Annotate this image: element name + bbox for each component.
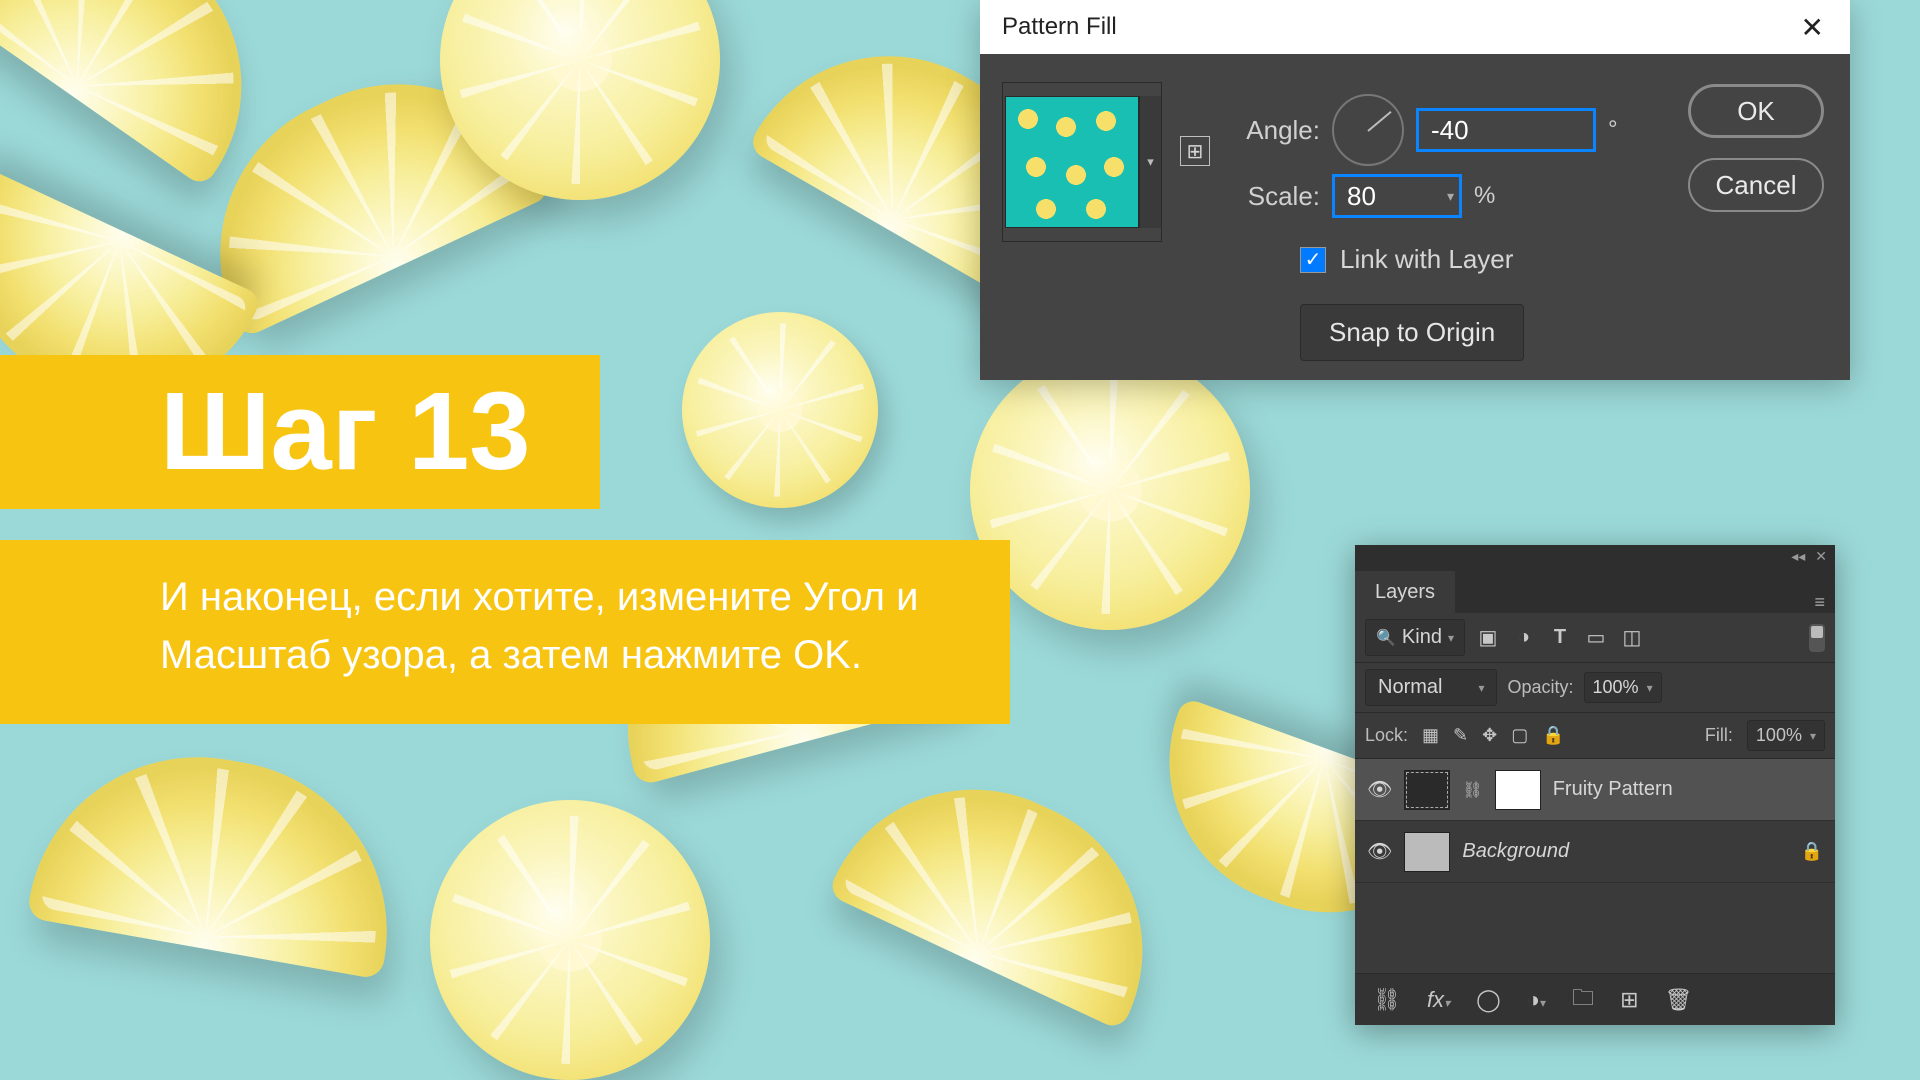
layers-panel: ◂◂ ✕ Layers ≡ 🔍 Kind ▾ ▣ ◑ T ▭ ◫ Normal … [1355, 545, 1835, 1025]
fill-value: 100% [1756, 725, 1802, 746]
filter-toggle[interactable] [1809, 624, 1825, 652]
filter-adjust-icon[interactable]: ◑ [1511, 625, 1537, 651]
chevron-down-icon[interactable]: ▾ [1139, 96, 1161, 228]
layer-fx-icon[interactable]: fx▾ [1427, 987, 1450, 1013]
create-pattern-button[interactable]: ⊞ [1180, 136, 1210, 166]
dialog-title: Pattern Fill [1002, 13, 1117, 41]
fill-label: Fill: [1705, 725, 1733, 746]
layers-footer: ⛓ fx▾ ◯ ◑▾ 🗀 ⊞ 🗑 [1355, 973, 1835, 1025]
close-icon[interactable]: ✕ [1791, 7, 1834, 48]
layers-tab[interactable]: Layers [1355, 571, 1455, 614]
close-icon[interactable]: ✕ [1815, 548, 1827, 565]
step-body: И наконец, если хотите, измените Угол и … [0, 540, 1010, 724]
lock-label: Lock: [1365, 725, 1408, 746]
filter-kind-value: Kind [1402, 626, 1442, 649]
pattern-swatch-picker[interactable]: ▾ [1002, 82, 1162, 242]
chevron-down-icon: ▾ [1478, 681, 1484, 695]
ok-button[interactable]: OK [1688, 84, 1824, 138]
opacity-label: Opacity: [1507, 677, 1573, 698]
layer-item-background[interactable]: 👁 Background 🔒 [1355, 821, 1835, 883]
pattern-fill-dialog: Pattern Fill ✕ ▾ ⊞ Angle: ° Scale: ▾ % ✓… [980, 0, 1850, 380]
lemon-wedge [827, 739, 1193, 1031]
layer-item-fruity-pattern[interactable]: 👁 ⛓ Fruity Pattern [1355, 759, 1835, 821]
angle-dial[interactable] [1332, 94, 1404, 166]
lock-position-icon[interactable]: ✥ [1482, 725, 1497, 746]
lock-pixels-icon[interactable]: ▦ [1422, 725, 1439, 746]
visibility-icon[interactable]: 👁 [1367, 839, 1392, 864]
adjustment-layer-icon[interactable]: ◑▾ [1527, 987, 1546, 1013]
lemon-wedge [26, 730, 414, 980]
search-icon: 🔍 [1376, 628, 1396, 648]
dialog-titlebar[interactable]: Pattern Fill ✕ [980, 0, 1850, 54]
opacity-input[interactable]: 100% ▾ [1584, 672, 1662, 703]
lock-all-icon[interactable]: 🔒 [1542, 725, 1564, 746]
link-with-layer-label: Link with Layer [1340, 244, 1513, 275]
chevron-down-icon: ▾ [1647, 681, 1653, 695]
collapse-icon[interactable]: ◂◂ [1791, 548, 1805, 565]
mask-thumb[interactable] [1495, 770, 1541, 810]
lemon-round [430, 800, 710, 1080]
link-with-layer-checkbox[interactable]: ✓ [1300, 247, 1326, 273]
snap-to-origin-button[interactable]: Snap to Origin [1300, 304, 1524, 361]
filter-kind-select[interactable]: 🔍 Kind ▾ [1365, 619, 1465, 656]
filter-smart-icon[interactable]: ◫ [1619, 625, 1645, 651]
lock-artboard-icon[interactable]: ▢ [1511, 725, 1528, 746]
pattern-swatch [1005, 96, 1139, 228]
scale-label: Scale: [1225, 181, 1320, 212]
chevron-down-icon: ▾ [1448, 631, 1454, 645]
opacity-value: 100% [1593, 677, 1639, 698]
layer-mask-icon[interactable]: ◯ [1476, 987, 1501, 1013]
fill-input[interactable]: 100% ▾ [1747, 720, 1825, 751]
dial-needle [1367, 111, 1391, 132]
link-icon[interactable]: ⛓ [1462, 780, 1482, 800]
step-title: Шаг 13 [0, 355, 600, 509]
lock-brush-icon[interactable]: ✎ [1453, 725, 1468, 746]
layer-thumb[interactable] [1404, 832, 1450, 872]
delete-layer-icon[interactable]: 🗑 [1665, 987, 1693, 1013]
chevron-down-icon: ▾ [1810, 729, 1816, 743]
filter-type-icon[interactable]: T [1547, 625, 1573, 651]
filter-shape-icon[interactable]: ▭ [1583, 625, 1609, 651]
blend-mode-select[interactable]: Normal ▾ [1365, 669, 1497, 706]
visibility-icon[interactable]: 👁 [1367, 777, 1392, 802]
angle-input[interactable] [1416, 108, 1596, 152]
layer-thumb[interactable] [1404, 770, 1450, 810]
cancel-button[interactable]: Cancel [1688, 158, 1824, 212]
new-layer-icon[interactable]: ⊞ [1620, 987, 1638, 1013]
lock-icon[interactable]: 🔒 [1801, 841, 1823, 862]
group-icon[interactable]: 🗀 [1572, 981, 1594, 1019]
angle-unit: ° [1608, 116, 1618, 144]
link-layers-icon[interactable]: ⛓ [1373, 987, 1401, 1013]
scale-unit: % [1474, 182, 1495, 210]
filter-pixel-icon[interactable]: ▣ [1475, 625, 1501, 651]
layer-name: Background [1462, 840, 1569, 863]
angle-label: Angle: [1225, 115, 1320, 146]
scale-input[interactable] [1332, 174, 1462, 218]
lemon-round [682, 312, 878, 508]
blend-mode-value: Normal [1378, 676, 1442, 699]
panel-menu-icon[interactable]: ≡ [1814, 592, 1825, 613]
lemon-round [970, 350, 1250, 630]
layer-name: Fruity Pattern [1553, 778, 1673, 801]
